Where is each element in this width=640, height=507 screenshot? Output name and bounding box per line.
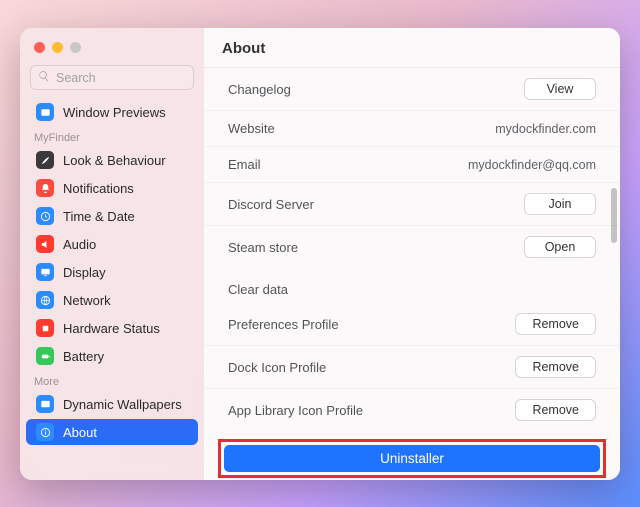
remove-pref-button[interactable]: Remove: [515, 313, 596, 335]
clock-icon: [36, 207, 54, 225]
sidebar-item-look-behaviour[interactable]: Look & Behaviour: [26, 147, 198, 173]
open-button[interactable]: Open: [524, 236, 596, 258]
sidebar-item-label: Look & Behaviour: [63, 153, 166, 168]
row-email: Email mydockfinder@qq.com: [204, 146, 620, 182]
sidebar-item-label: Display: [63, 265, 106, 280]
row-label: Email: [228, 157, 261, 172]
cpu-icon: [36, 319, 54, 337]
row-discord: Discord Server Join: [204, 182, 620, 225]
window-controls: [20, 38, 204, 65]
row-dock-icon-profile: Dock Icon Profile Remove: [204, 345, 620, 388]
website-value[interactable]: mydockfinder.com: [495, 122, 596, 136]
battery-icon: [36, 347, 54, 365]
search-field[interactable]: [30, 65, 194, 90]
sidebar-item-label: Network: [63, 293, 111, 308]
sidebar-item-notifications[interactable]: Notifications: [26, 175, 198, 201]
sidebar-item-battery[interactable]: Battery: [26, 343, 198, 369]
sidebar-item-dynamic-wallpapers[interactable]: Dynamic Wallpapers: [26, 391, 198, 417]
preferences-window: Window Previews MyFinder Look & Behaviou…: [20, 28, 620, 480]
minimize-window-button[interactable]: [52, 42, 63, 53]
section-clear-data: Clear data: [204, 268, 620, 303]
row-label: Dock Icon Profile: [228, 360, 326, 375]
view-button[interactable]: View: [524, 78, 596, 100]
remove-applib-button[interactable]: Remove: [515, 399, 596, 421]
email-value[interactable]: mydockfinder@qq.com: [468, 158, 596, 172]
info-icon: [36, 423, 54, 441]
row-label: Changelog: [228, 82, 291, 97]
page-title: About: [204, 28, 620, 68]
row-label: Steam store: [228, 240, 298, 255]
join-button[interactable]: Join: [524, 193, 596, 215]
row-preferences-profile: Preferences Profile Remove: [204, 303, 620, 345]
about-content: Changelog View Website mydockfinder.com …: [204, 68, 620, 480]
sidebar-item-window-previews[interactable]: Window Previews: [26, 99, 198, 125]
close-window-button[interactable]: [34, 42, 45, 53]
sidebar-item-label: About: [63, 425, 97, 440]
row-label: Website: [228, 121, 275, 136]
sidebar-group-more: More: [20, 370, 204, 390]
row-website: Website mydockfinder.com: [204, 110, 620, 146]
sidebar: Window Previews MyFinder Look & Behaviou…: [20, 28, 204, 480]
window-icon: [36, 103, 54, 121]
sidebar-item-label: Dynamic Wallpapers: [63, 397, 182, 412]
row-steam: Steam store Open: [204, 225, 620, 268]
sidebar-item-audio[interactable]: Audio: [26, 231, 198, 257]
search-icon: [38, 70, 50, 85]
wallpaper-icon: [36, 395, 54, 413]
search-input[interactable]: [56, 71, 186, 85]
row-changelog: Changelog View: [204, 68, 620, 110]
brush-icon: [36, 151, 54, 169]
scrollbar[interactable]: [611, 188, 617, 243]
sidebar-item-label: Window Previews: [63, 105, 166, 120]
sidebar-item-label: Notifications: [63, 181, 134, 196]
speaker-icon: [36, 235, 54, 253]
sidebar-item-label: Hardware Status: [63, 321, 160, 336]
sidebar-item-time-date[interactable]: Time & Date: [26, 203, 198, 229]
sidebar-item-hardware-status[interactable]: Hardware Status: [26, 315, 198, 341]
sidebar-item-network[interactable]: Network: [26, 287, 198, 313]
network-icon: [36, 291, 54, 309]
uninstaller-button[interactable]: Uninstaller: [224, 445, 600, 472]
row-label: Preferences Profile: [228, 317, 339, 332]
sidebar-group-myfinder: MyFinder: [20, 126, 204, 146]
display-icon: [36, 263, 54, 281]
row-label: App Library Icon Profile: [228, 403, 363, 418]
main-panel: About Changelog View Website mydockfinde…: [204, 28, 620, 480]
sidebar-item-display[interactable]: Display: [26, 259, 198, 285]
sidebar-item-about[interactable]: About: [26, 419, 198, 445]
row-label: Discord Server: [228, 197, 314, 212]
remove-dock-button[interactable]: Remove: [515, 356, 596, 378]
bell-icon: [36, 179, 54, 197]
sidebar-item-label: Battery: [63, 349, 104, 364]
zoom-window-button[interactable]: [70, 42, 81, 53]
uninstaller-highlight: Uninstaller: [218, 439, 606, 478]
sidebar-item-label: Audio: [63, 237, 96, 252]
row-app-library-icon-profile: App Library Icon Profile Remove: [204, 388, 620, 431]
sidebar-item-label: Time & Date: [63, 209, 135, 224]
